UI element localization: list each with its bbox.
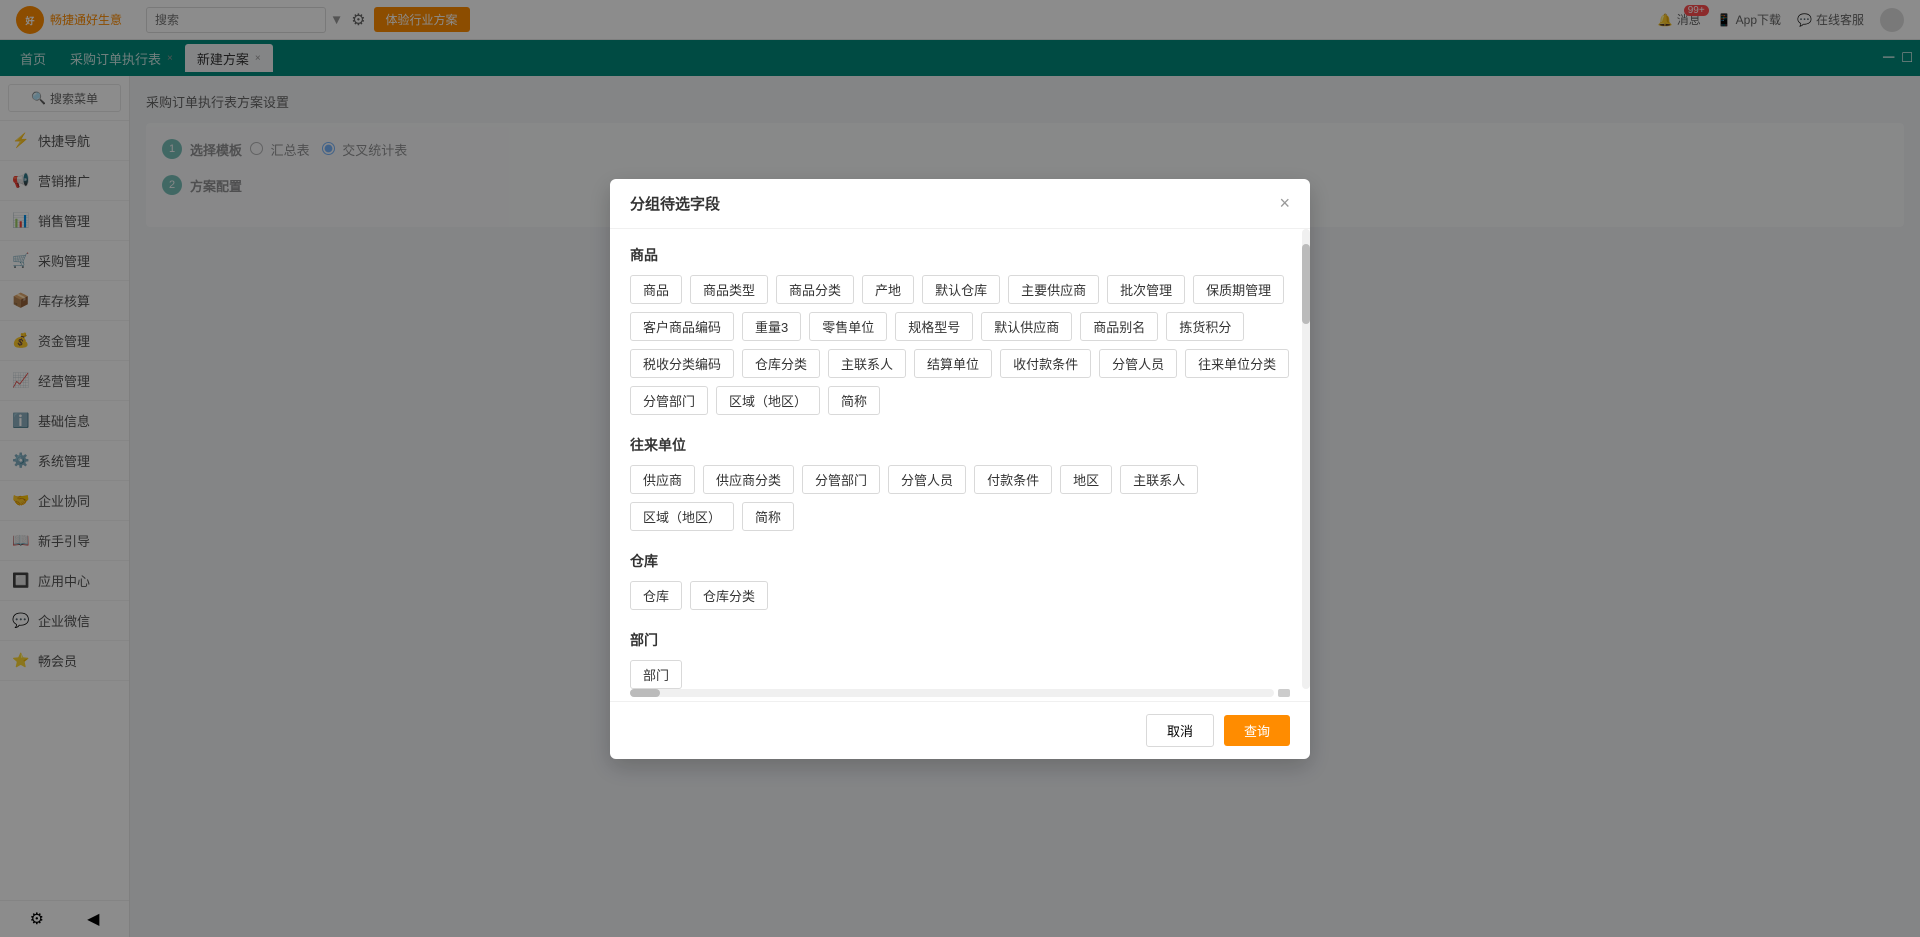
field-tag[interactable]: 重量3 [742, 312, 801, 341]
modal-header: 分组待选字段 × [610, 179, 1310, 229]
modal-overlay: 分组待选字段 × 商品 商品商品类型商品分类产地默认仓库主要供应商批次管理保质期… [0, 0, 1920, 937]
field-tag[interactable]: 规格型号 [895, 312, 973, 341]
field-tag[interactable]: 零售单位 [809, 312, 887, 341]
field-tag[interactable]: 简称 [742, 502, 794, 531]
scroll-track [1302, 229, 1310, 689]
modal-body[interactable]: 商品 商品商品类型商品分类产地默认仓库主要供应商批次管理保质期管理客户商品编码重… [610, 229, 1310, 689]
field-tag[interactable]: 商品分类 [776, 275, 854, 304]
modal-footer: 取消 查询 [610, 701, 1310, 759]
horizontal-scrollbar-area [610, 689, 1310, 701]
modal-dialog: 分组待选字段 × 商品 商品商品类型商品分类产地默认仓库主要供应商批次管理保质期… [610, 179, 1310, 759]
field-tag[interactable]: 税收分类编码 [630, 349, 734, 378]
field-tags-counterpart: 供应商供应商分类分管部门分管人员付款条件地区主联系人区域（地区） 简称 [630, 465, 1290, 531]
field-tag[interactable]: 批次管理 [1107, 275, 1185, 304]
field-tag[interactable]: 供应商分类 [703, 465, 794, 494]
modal-close-button[interactable]: × [1279, 193, 1290, 214]
field-tag[interactable]: 简称 [828, 386, 880, 415]
field-tag[interactable]: 付款条件 [974, 465, 1052, 494]
field-tag[interactable]: 拣货积分 [1166, 312, 1244, 341]
field-tag[interactable]: 仓库 [630, 581, 682, 610]
field-group-product-title: 商品 [630, 245, 1290, 265]
field-tags-department: 部门 [630, 660, 1290, 689]
field-tag[interactable]: 分管人员 [1099, 349, 1177, 378]
field-tag[interactable]: 主联系人 [1120, 465, 1198, 494]
field-tag[interactable]: 仓库分类 [690, 581, 768, 610]
cancel-button[interactable]: 取消 [1146, 714, 1214, 747]
field-tag[interactable]: 分管人员 [888, 465, 966, 494]
field-tag[interactable]: 产地 [862, 275, 914, 304]
scroll-thumb [1302, 244, 1310, 324]
field-tag[interactable]: 商品类型 [690, 275, 768, 304]
field-tags-product: 商品商品类型商品分类产地默认仓库主要供应商批次管理保质期管理客户商品编码重量3 零… [630, 275, 1290, 415]
field-tag[interactable]: 往来单位分类 [1185, 349, 1289, 378]
field-tag[interactable]: 默认供应商 [981, 312, 1072, 341]
field-tag[interactable]: 仓库分类 [742, 349, 820, 378]
modal-title: 分组待选字段 [630, 193, 720, 214]
field-tag[interactable]: 分管部门 [802, 465, 880, 494]
field-group-department-title: 部门 [630, 630, 1290, 650]
field-tag[interactable]: 区域（地区） [716, 386, 820, 415]
field-tag[interactable]: 客户商品编码 [630, 312, 734, 341]
h-scrollbar-track [630, 689, 1274, 697]
field-tag[interactable]: 供应商 [630, 465, 695, 494]
field-tags-warehouse: 仓库仓库分类 [630, 581, 1290, 610]
field-tag[interactable]: 主要供应商 [1008, 275, 1099, 304]
field-tag[interactable]: 分管部门 [630, 386, 708, 415]
field-tag[interactable]: 主联系人 [828, 349, 906, 378]
h-scroll-right-arrow [1278, 689, 1290, 697]
field-group-product: 商品 商品商品类型商品分类产地默认仓库主要供应商批次管理保质期管理客户商品编码重… [630, 245, 1290, 415]
field-group-counterpart: 往来单位 供应商供应商分类分管部门分管人员付款条件地区主联系人区域（地区） 简称 [630, 435, 1290, 531]
field-tag[interactable]: 收付款条件 [1000, 349, 1091, 378]
field-tag[interactable]: 保质期管理 [1193, 275, 1284, 304]
field-tag[interactable]: 商品 [630, 275, 682, 304]
field-group-warehouse: 仓库 仓库仓库分类 [630, 551, 1290, 610]
field-tag[interactable]: 地区 [1060, 465, 1112, 494]
field-tag[interactable]: 结算单位 [914, 349, 992, 378]
field-tag[interactable]: 区域（地区） [630, 502, 734, 531]
field-tag[interactable]: 默认仓库 [922, 275, 1000, 304]
field-tag[interactable]: 部门 [630, 660, 682, 689]
field-group-department: 部门 部门 [630, 630, 1290, 689]
h-scrollbar-thumb [630, 689, 660, 697]
field-group-counterpart-title: 往来单位 [630, 435, 1290, 455]
field-tag[interactable]: 商品别名 [1080, 312, 1158, 341]
field-group-warehouse-title: 仓库 [630, 551, 1290, 571]
confirm-button[interactable]: 查询 [1224, 715, 1290, 746]
